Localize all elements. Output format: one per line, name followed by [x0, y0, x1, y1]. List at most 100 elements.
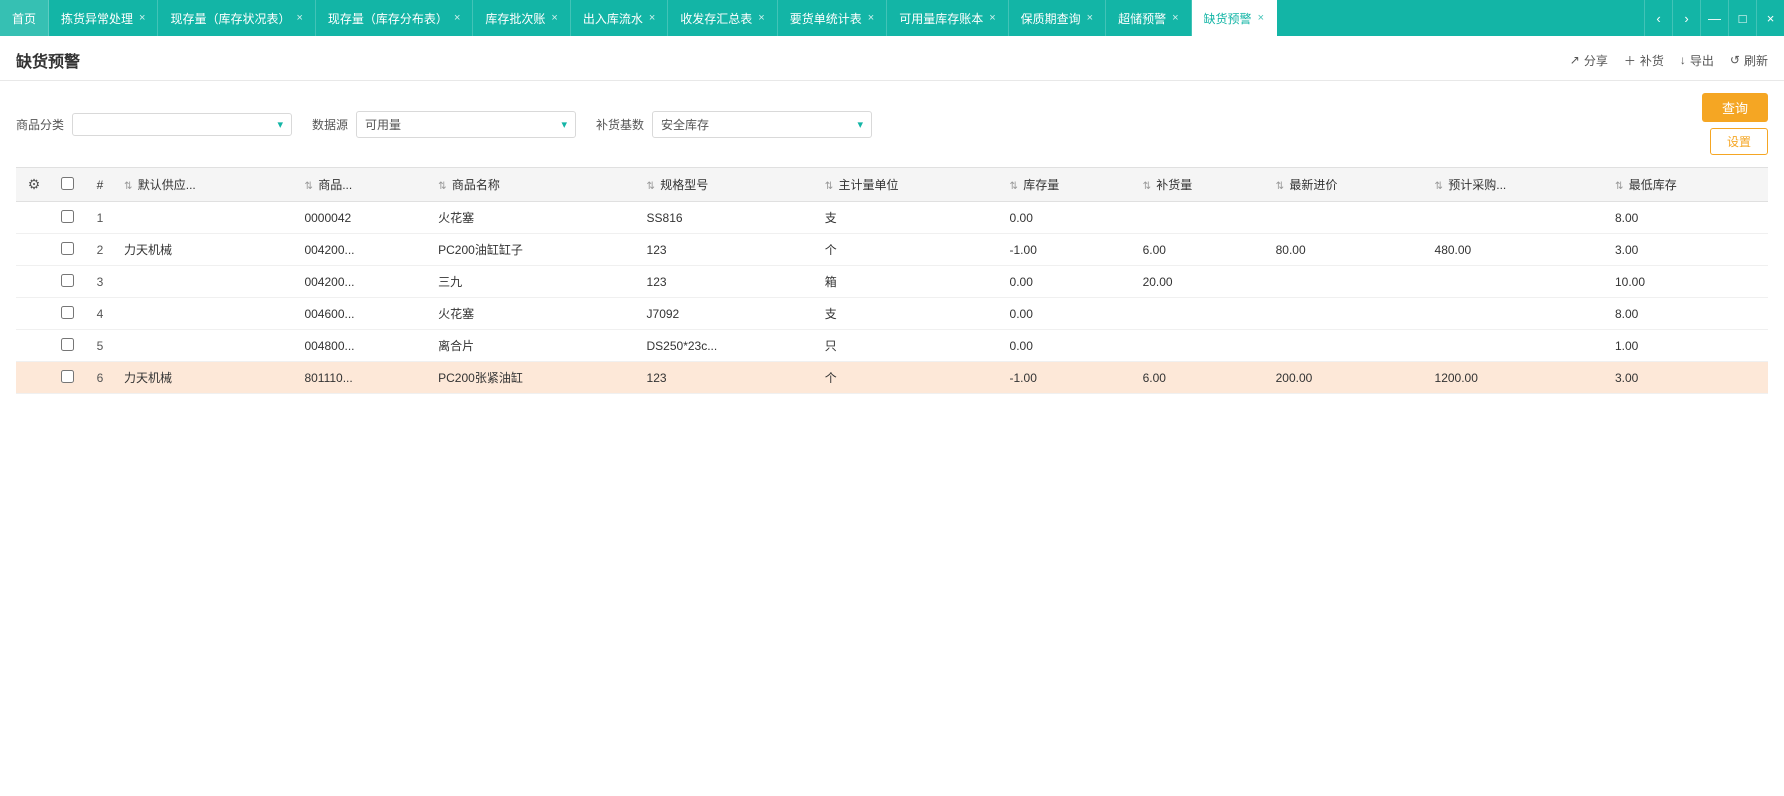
refresh-button[interactable]: ↺ 刷新: [1730, 52, 1768, 69]
tab-stock-status[interactable]: 现存量（库存状况表） ×: [158, 0, 315, 36]
select-all-checkbox[interactable]: [61, 177, 74, 190]
col-spec-header[interactable]: ⇅ 规格型号: [641, 168, 819, 202]
row-num: 3: [82, 266, 118, 298]
tab-requisition[interactable]: 要货单统计表 ×: [778, 0, 887, 36]
product-code-sort-icon: ⇅: [304, 181, 312, 192]
col-est-purchase-label: 预计采购...: [1448, 178, 1506, 192]
row-min-stock: 3.00: [1609, 362, 1768, 394]
col-supplier-header[interactable]: ⇅ 默认供应...: [118, 168, 298, 202]
tab-picking-close[interactable]: ×: [139, 12, 145, 24]
row-product-name: PC200张紧油缸: [432, 362, 640, 394]
row-product-code: 004800...: [298, 330, 432, 362]
tab-nav-buttons: ‹ › — □ ×: [1644, 0, 1784, 36]
export-label: 导出: [1690, 52, 1714, 69]
export-button[interactable]: ↓ 导出: [1680, 52, 1714, 69]
settings-button[interactable]: 设置: [1710, 128, 1768, 155]
tab-shortage[interactable]: 缺货预警 ×: [1192, 0, 1277, 36]
tab-requisition-close[interactable]: ×: [868, 12, 874, 24]
page-header: 缺货预警 ↗ 分享 ＋ 补货 ↓ 导出 ↺ 刷新: [0, 36, 1784, 81]
tab-inout-close[interactable]: ×: [649, 12, 655, 24]
tab-batch-label: 库存批次账: [485, 10, 545, 27]
table-row: 4 004600... 火花塞 J7092 支 0.00 8.00: [16, 298, 1768, 330]
query-button[interactable]: 查询: [1702, 93, 1768, 122]
col-est-purchase-header[interactable]: ⇅ 预计采购...: [1429, 168, 1609, 202]
col-stock-label: 库存量: [1023, 178, 1059, 192]
export-icon: ↓: [1680, 53, 1686, 67]
row-checkbox-cell[interactable]: [52, 362, 82, 394]
row-checkbox-cell[interactable]: [52, 298, 82, 330]
row-checkbox[interactable]: [61, 338, 74, 351]
tab-shortage-label: 缺货预警: [1204, 10, 1252, 27]
row-min-stock: 8.00: [1609, 202, 1768, 234]
tab-inout[interactable]: 出入库流水 ×: [571, 0, 668, 36]
tab-shortage-close[interactable]: ×: [1258, 12, 1264, 24]
col-stock-header[interactable]: ⇅ 库存量: [1004, 168, 1137, 202]
tab-expiry[interactable]: 保质期查询 ×: [1009, 0, 1106, 36]
tab-overstock-close[interactable]: ×: [1172, 12, 1178, 24]
tab-scroll-left[interactable]: ‹: [1644, 0, 1672, 36]
col-unit-label: 主计量单位: [838, 178, 898, 192]
row-checkbox-cell[interactable]: [52, 266, 82, 298]
share-icon: ↗: [1570, 53, 1580, 67]
tab-summary[interactable]: 收发存汇总表 ×: [668, 0, 777, 36]
row-checkbox[interactable]: [61, 274, 74, 287]
tab-expiry-close[interactable]: ×: [1087, 12, 1093, 24]
col-product-name-header[interactable]: ⇅ 商品名称: [432, 168, 640, 202]
datasource-select[interactable]: 可用量 ▾: [356, 111, 576, 138]
tab-summary-close[interactable]: ×: [758, 12, 764, 24]
row-checkbox-cell[interactable]: [52, 330, 82, 362]
row-supplier: 力天机械: [118, 362, 298, 394]
row-product-name: 火花塞: [432, 202, 640, 234]
replenish-icon: ＋: [1624, 52, 1636, 69]
data-table: ⚙ # ⇅ 默认供应... ⇅ 商品... ⇅: [16, 167, 1768, 394]
tab-available[interactable]: 可用量库存账本 ×: [887, 0, 1008, 36]
tab-stock-dist-close[interactable]: ×: [454, 12, 460, 24]
col-unit-header[interactable]: ⇅ 主计量单位: [819, 168, 1004, 202]
tab-picking-label: 拣货异常处理: [61, 10, 133, 27]
table-header-row: ⚙ # ⇅ 默认供应... ⇅ 商品... ⇅: [16, 168, 1768, 202]
col-latest-price-header[interactable]: ⇅ 最新进价: [1270, 168, 1429, 202]
row-spec: DS250*23c...: [641, 330, 819, 362]
row-est-purchase: 1200.00: [1429, 362, 1609, 394]
tab-batch[interactable]: 库存批次账 ×: [473, 0, 570, 36]
col-settings[interactable]: ⚙: [16, 168, 52, 202]
row-checkbox-cell[interactable]: [52, 234, 82, 266]
col-product-code-header[interactable]: ⇅ 商品...: [298, 168, 432, 202]
row-checkbox[interactable]: [61, 210, 74, 223]
share-button[interactable]: ↗ 分享: [1570, 52, 1608, 69]
table-wrapper: ⚙ # ⇅ 默认供应... ⇅ 商品... ⇅: [0, 167, 1784, 394]
window-minimize[interactable]: —: [1700, 0, 1728, 36]
tab-stock-status-close[interactable]: ×: [296, 12, 302, 24]
unit-sort-icon: ⇅: [825, 181, 833, 192]
replenish-basis-select[interactable]: 安全库存 ▾: [652, 111, 872, 138]
row-product-name: PC200油缸缸子: [432, 234, 640, 266]
window-close[interactable]: ×: [1756, 0, 1784, 36]
tab-scroll-right[interactable]: ›: [1672, 0, 1700, 36]
row-checkbox-cell[interactable]: [52, 202, 82, 234]
row-unit: 只: [819, 330, 1004, 362]
replenish-button[interactable]: ＋ 补货: [1624, 52, 1664, 69]
tab-stock-dist[interactable]: 现存量（库存分布表） ×: [316, 0, 473, 36]
tab-picking[interactable]: 拣货异常处理 ×: [49, 0, 158, 36]
replenish-label: 补货: [1640, 52, 1664, 69]
gear-icon[interactable]: ⚙: [28, 176, 41, 192]
filter-actions: 查询 设置: [1702, 93, 1768, 155]
tab-batch-close[interactable]: ×: [551, 12, 557, 24]
tab-summary-label: 收发存汇总表: [680, 10, 752, 27]
row-replenish-qty: 20.00: [1137, 266, 1270, 298]
row-product-code: 004600...: [298, 298, 432, 330]
row-unit: 支: [819, 202, 1004, 234]
table-row: 1 0000042 火花塞 SS816 支 0.00 8.00: [16, 202, 1768, 234]
tab-available-close[interactable]: ×: [989, 12, 995, 24]
supplier-sort-icon: ⇅: [124, 181, 132, 192]
window-maximize[interactable]: □: [1728, 0, 1756, 36]
row-checkbox[interactable]: [61, 370, 74, 383]
col-replenish-qty-header[interactable]: ⇅ 补货量: [1137, 168, 1270, 202]
row-num: 1: [82, 202, 118, 234]
tab-home[interactable]: 首页: [0, 0, 49, 36]
row-checkbox[interactable]: [61, 242, 74, 255]
row-checkbox[interactable]: [61, 306, 74, 319]
tab-overstock[interactable]: 超储预警 ×: [1106, 0, 1191, 36]
category-select[interactable]: ▾: [72, 113, 292, 136]
col-min-stock-header[interactable]: ⇅ 最低库存: [1609, 168, 1768, 202]
